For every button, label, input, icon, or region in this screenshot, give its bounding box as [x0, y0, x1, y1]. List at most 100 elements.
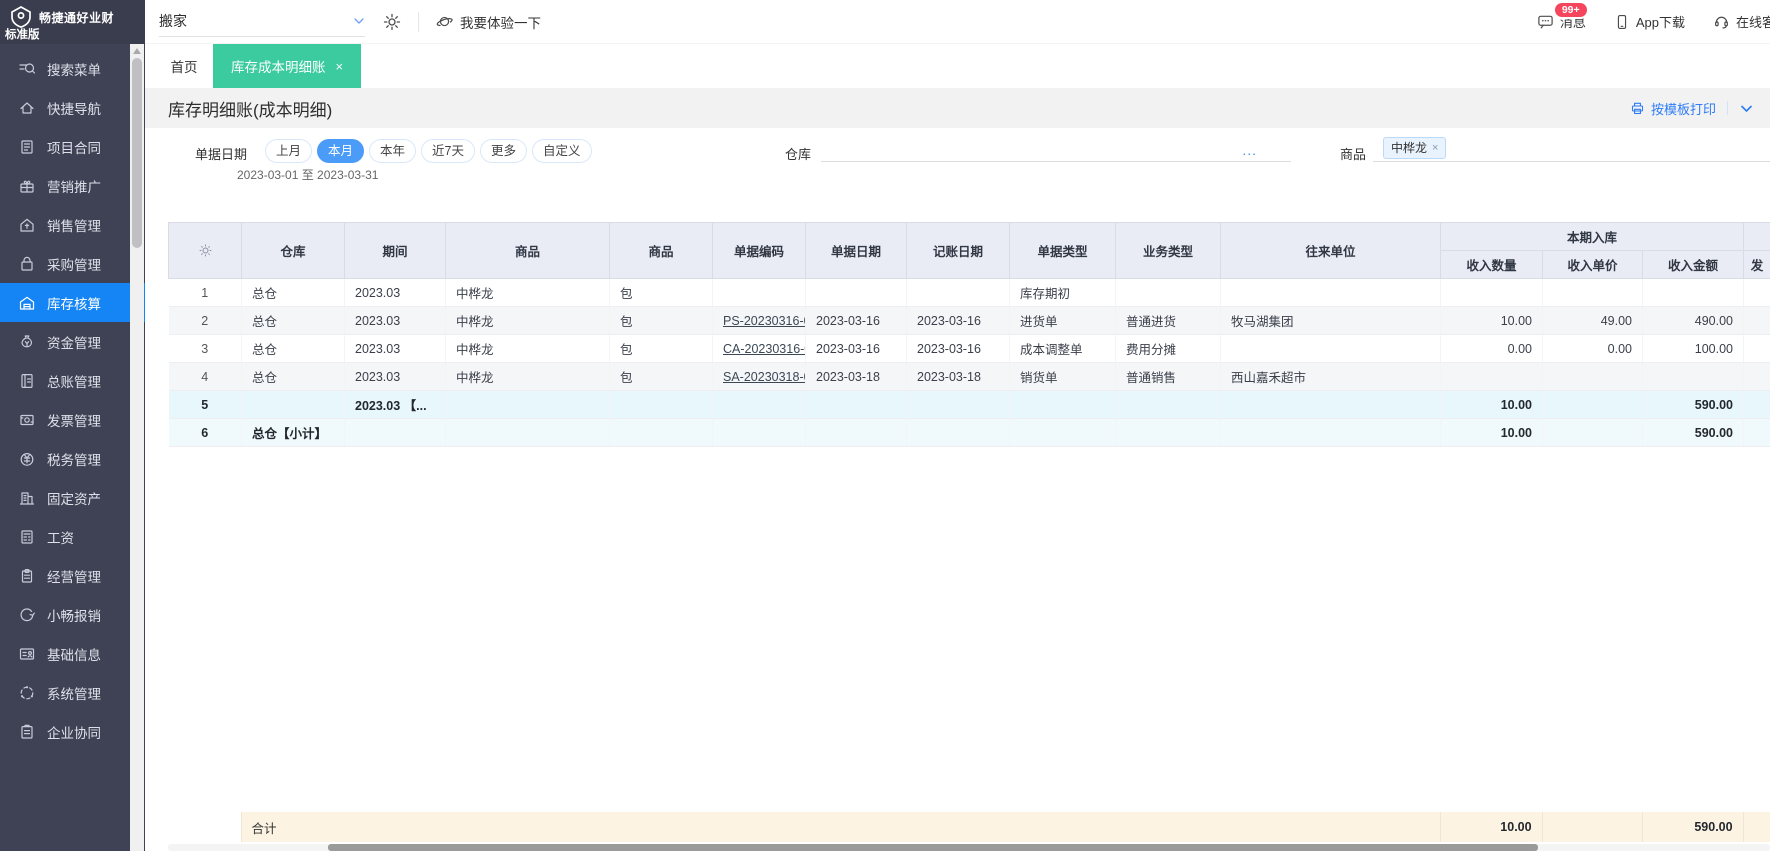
column-header[interactable]: 往来单位 [1220, 222, 1441, 279]
doc-code-link[interactable]: CA-20230316-0 [723, 342, 805, 356]
ledger-table: 仓库 期间 商品 商品 单据编码 单据日期 记账日期 单据类型 业务类型 往来单位 本期入库 收入数量… [168, 222, 1770, 447]
table-cell: 0.00 [1542, 334, 1643, 363]
sidebar-item-system[interactable]: 系统管理 [0, 673, 145, 712]
sidebar-item-tax[interactable]: 税务管理 [0, 439, 145, 478]
print-chevron-down-icon[interactable] [1739, 101, 1754, 116]
column-header[interactable]: 记账日期 [906, 222, 1010, 279]
account-set-selector[interactable]: 搬家 [159, 6, 365, 37]
tab-close-icon[interactable]: × [336, 59, 344, 74]
sales-icon [18, 216, 36, 234]
warehouse-filter-label: 仓库 [785, 147, 812, 162]
column-header[interactable]: 商品 [609, 222, 713, 279]
column-header[interactable]: 业务类型 [1115, 222, 1221, 279]
date-pill-2[interactable]: 本年 [369, 139, 417, 163]
warehouse-more-ellipsis[interactable]: ... [1242, 142, 1257, 158]
table-row[interactable]: 3 总仓 2023.03 中桦龙包 CA-20230316-0 2023-03-16 202… [168, 334, 1770, 363]
column-settings-gear-icon[interactable] [198, 243, 213, 258]
sidebar-item-ledger[interactable]: 总账管理 [0, 361, 145, 400]
column-header[interactable]: 商品 [445, 222, 610, 279]
sidebar-item-label: 发票管理 [47, 413, 101, 429]
print-by-template-button[interactable]: 按模板打印 [1630, 99, 1754, 118]
table-cell [1542, 278, 1643, 307]
table-cell: 中桦龙 [445, 306, 610, 335]
group-header-in: 本期入库 [1440, 222, 1744, 251]
sidebar-item-label: 税务管理 [47, 452, 101, 468]
product-tag[interactable]: 中桦龙 × [1383, 137, 1447, 159]
phone-icon [1617, 14, 1626, 29]
brand-edition: 标准版 [5, 29, 40, 41]
sidebar-item-expense[interactable]: 小畅报销 [0, 595, 145, 634]
column-header[interactable]: 单据类型 [1009, 222, 1116, 279]
column-settings-header[interactable] [168, 222, 242, 279]
total-in-amount: 590.00 [1641, 812, 1744, 842]
ledger-icon [18, 372, 36, 390]
table-row[interactable]: 1 总仓 2023.03 中桦龙包 库存期初 [168, 278, 1770, 307]
sidebar-item-assets[interactable]: 固定资产 [0, 478, 145, 517]
tab-inventory-cost-ledger[interactable]: 库存成本明细账 × [213, 44, 362, 88]
tab-home[interactable]: 首页 [155, 44, 213, 88]
sidebar-item-label: 总账管理 [47, 374, 101, 390]
date-pill-1[interactable]: 本月 [317, 139, 365, 163]
doc-code-link[interactable]: SA-20230318-0 [723, 370, 805, 384]
table-cell [1220, 334, 1441, 363]
settings-gear-icon[interactable] [383, 13, 401, 31]
column-header[interactable]: 收入金额 [1642, 250, 1744, 279]
sidebar-scrollbar[interactable] [130, 44, 144, 851]
column-header[interactable]: 单据日期 [805, 222, 907, 279]
sidebar-item-label: 工资 [47, 530, 74, 546]
table-cell [344, 418, 446, 447]
column-header[interactable]: 收入单价 [1542, 250, 1643, 279]
sidebar-item-purchase[interactable]: 采购管理 [0, 244, 145, 283]
date-pill-5[interactable]: 自定义 [532, 139, 592, 163]
sidebar-item-collab[interactable]: 企业协同 [0, 712, 145, 751]
sidebar-item-payroll[interactable]: 工资 [0, 517, 145, 556]
product-tag-remove-icon[interactable]: × [1432, 138, 1438, 158]
sidebar-item-invoice[interactable]: 发票管理 [0, 400, 145, 439]
column-header[interactable]: 仓库 [241, 222, 345, 279]
table-cell [609, 418, 713, 447]
table-cell: 2023-03-16 [906, 334, 1010, 363]
sidebar-item-search-menu[interactable]: 搜索菜单 [0, 49, 145, 88]
column-header[interactable]: 期间 [344, 222, 446, 279]
scroll-up-arrow-icon[interactable] [133, 48, 141, 54]
sidebar-item-sales[interactable]: 销售管理 [0, 205, 145, 244]
total-empty-cut [1742, 812, 1770, 842]
table-cell: 2023-03-16 [805, 334, 907, 363]
table-row[interactable]: 6 总仓【小计】 10.00 590.00 [168, 418, 1770, 447]
experience-button[interactable]: 我要体验一下 [436, 12, 541, 32]
sidebar-item-inventory[interactable]: 库存核算 [0, 283, 145, 322]
table-cell: 普通销售 [1115, 362, 1221, 391]
table-cell: 0.00 [1440, 334, 1543, 363]
total-in-qty: 10.00 [1439, 812, 1543, 842]
sidebar-item-gift[interactable]: 营销推广 [0, 166, 145, 205]
table-row[interactable]: 5 2023.03 【... 10.00 590.00 [168, 390, 1770, 419]
column-header[interactable]: 收入数量 [1440, 250, 1543, 279]
sidebar-scrollbar-thumb[interactable] [132, 58, 142, 248]
date-pill-3[interactable]: 近7天 [421, 139, 475, 163]
warehouse-input[interactable]: ... [821, 136, 1291, 162]
sidebar-item-home[interactable]: 快捷导航 [0, 88, 145, 127]
table-cell: 2023.03 [344, 278, 446, 307]
app-download-button[interactable]: App下载 [1614, 12, 1685, 31]
table-cell [1115, 418, 1221, 447]
sidebar-item-funds[interactable]: 资金管理 [0, 322, 145, 361]
table-cell [1642, 278, 1744, 307]
horizontal-scrollbar[interactable] [168, 844, 1770, 851]
horizontal-scrollbar-thumb[interactable] [328, 844, 1538, 851]
doc-code-link[interactable]: PS-20230316-0 [723, 314, 805, 328]
messages-button[interactable]: 消息 99+ [1537, 1, 1589, 31]
online-service-button[interactable]: 在线客服 [1713, 12, 1770, 31]
sidebar-item-label: 库存核算 [47, 296, 101, 312]
sidebar-item-operations[interactable]: 经营管理 [0, 556, 145, 595]
table-cell [805, 418, 907, 447]
sidebar-menu: 搜索菜单 快捷导航 项目合同 营销推广 销售管理 采购管理库存核算资金管理总账管理发票管理… [0, 44, 145, 751]
sidebar-item-label: 系统管理 [47, 686, 101, 702]
tab-bar: 首页 库存成本明细账 × [145, 44, 1770, 88]
date-pill-4[interactable]: 更多 [480, 139, 528, 163]
sidebar-item-contract[interactable]: 项目合同 [0, 127, 145, 166]
date-pill-0[interactable]: 上月 [265, 139, 313, 163]
table-row[interactable]: 4 总仓 2023.03 中桦龙包 SA-20230318-0 2023-03-18 202… [168, 362, 1770, 391]
table-row[interactable]: 2 总仓 2023.03 中桦龙包 PS-20230316-0 2023-03-16 202… [168, 306, 1770, 335]
column-header[interactable]: 单据编码 [712, 222, 806, 279]
sidebar-item-basic-info[interactable]: 基础信息 [0, 634, 145, 673]
